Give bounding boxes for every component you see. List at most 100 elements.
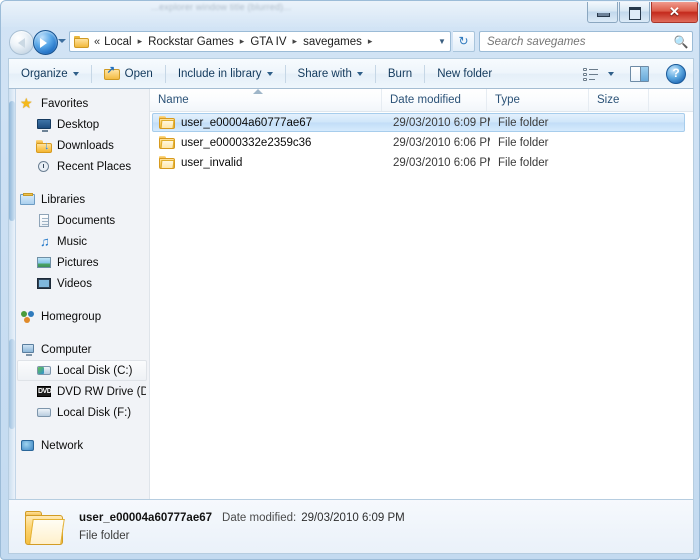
drive-icon	[36, 405, 52, 420]
sidebar-item-homegroup[interactable]: Homegroup	[17, 306, 147, 327]
file-name-cell[interactable]: user_invalid	[153, 156, 385, 169]
sidebar-item-network[interactable]: Network	[17, 435, 147, 456]
sidebar-scrollbar[interactable]	[9, 89, 16, 499]
sidebar-item-music[interactable]: ♫ Music	[17, 231, 147, 252]
breadcrumb-chevron-icon[interactable]: ▸	[289, 36, 302, 47]
search-icon[interactable]: 🔍	[670, 35, 692, 49]
maximize-button[interactable]	[619, 2, 650, 23]
sidebar-item-pictures[interactable]: Pictures	[17, 252, 147, 273]
open-button[interactable]: ↗ Open	[95, 61, 162, 86]
change-view-button[interactable]	[578, 61, 619, 86]
preview-pane-button[interactable]	[619, 61, 656, 86]
table-row[interactable]: user_e00004a60777ae67 29/03/2010 6:09 PM…	[152, 113, 685, 132]
sidebar-item-computer[interactable]: Computer	[17, 339, 147, 360]
sidebar-item-favorites[interactable]: ★ Favorites	[17, 93, 147, 114]
new-folder-label: New folder	[437, 67, 493, 80]
sidebar-item-libraries[interactable]: Libraries	[17, 189, 147, 210]
help-button[interactable]: ?	[666, 63, 686, 84]
include-in-library-label: Include in library	[177, 67, 262, 80]
file-date-cell: 29/03/2010 6:06 PM	[393, 136, 490, 149]
back-button[interactable]	[9, 30, 34, 55]
organize-label: Organize	[21, 67, 68, 80]
address-dropdown-icon[interactable]: ▼	[434, 37, 450, 46]
sidebar-label: DVD RW Drive (D:) G	[57, 385, 146, 398]
sidebar-label: Local Disk (F:)	[57, 406, 132, 419]
minimize-button[interactable]	[587, 2, 618, 23]
folder-icon	[159, 116, 175, 129]
chevron-down-icon	[266, 71, 273, 76]
file-type-cell: File folder	[498, 156, 549, 169]
column-header-name[interactable]: Name	[150, 89, 382, 111]
refresh-button[interactable]: ↻	[453, 31, 475, 52]
address-bar[interactable]: « Local ▸ Rockstar Games ▸ GTA IV ▸ save…	[69, 31, 451, 52]
column-header-date-modified[interactable]: Date modified	[382, 89, 487, 111]
search-box[interactable]: 🔍	[479, 31, 693, 52]
dvd-drive-icon: DVD	[37, 386, 52, 397]
breadcrumb-item-rockstar-games[interactable]: Rockstar Games	[146, 36, 236, 48]
table-row[interactable]: user_invalid 29/03/2010 6:06 PM File fol…	[152, 153, 685, 172]
recent-pages-dropdown[interactable]	[58, 39, 66, 43]
include-in-library-button[interactable]: Include in library	[169, 61, 282, 86]
sidebar-item-recent-places[interactable]: Recent Places	[17, 156, 147, 177]
monitor-icon	[36, 117, 52, 132]
column-header-type[interactable]: Type	[487, 89, 589, 111]
sidebar-label: Homegroup	[41, 310, 102, 323]
organize-button[interactable]: Organize	[12, 61, 88, 86]
table-row[interactable]: user_e0000332e2359c36 29/03/2010 6:06 PM…	[152, 133, 685, 152]
navigation-bar: « Local ▸ Rockstar Games ▸ GTA IV ▸ save…	[1, 27, 699, 57]
toolbar-separator	[424, 64, 426, 83]
share-with-button[interactable]: Share with	[289, 61, 372, 86]
share-with-label: Share with	[297, 67, 352, 80]
sidebar-item-downloads[interactable]: ↓ Downloads	[17, 135, 147, 156]
file-name-cell[interactable]: user_e00004a60777ae67	[153, 116, 385, 129]
sidebar-scrollbar-track-mark	[9, 339, 15, 429]
file-type-cell: File folder	[498, 116, 549, 129]
sidebar-item-local-disk-c[interactable]: Local Disk (C:)	[17, 360, 147, 381]
breadcrumb-item-local[interactable]: Local	[102, 36, 134, 48]
chevron-down-icon[interactable]	[608, 71, 614, 76]
recent-places-icon	[36, 159, 52, 174]
sidebar-item-desktop[interactable]: Desktop	[17, 114, 147, 135]
refresh-icon: ↻	[458, 34, 469, 48]
close-button[interactable]: ✕	[651, 2, 698, 23]
sidebar-scrollbar-thumb[interactable]	[9, 101, 15, 221]
toolbar-right-group: ?	[578, 61, 690, 86]
open-label: Open	[124, 67, 153, 80]
chevron-down-icon	[72, 71, 79, 76]
video-icon	[36, 276, 52, 291]
file-date-cell: 29/03/2010 6:09 PM	[393, 116, 490, 129]
file-name-cell[interactable]: user_e0000332e2359c36	[153, 136, 385, 149]
sidebar-item-local-disk-f[interactable]: Local Disk (F:)	[17, 402, 147, 423]
title-bar[interactable]: ...explorer window title (blurred)... ✕	[1, 1, 699, 26]
sidebar-group-favorites: ★ Favorites Desktop ↓ Downloads Recent P…	[17, 93, 149, 177]
sidebar-item-dvd-rw-drive-d[interactable]: DVD DVD RW Drive (D:) G	[17, 381, 147, 402]
details-pane: user_e00004a60777ae67 Date modified: 29/…	[8, 499, 694, 554]
breadcrumb-overflow-icon[interactable]: «	[93, 36, 102, 48]
sidebar-label: Pictures	[57, 256, 99, 269]
folder-icon	[159, 136, 175, 149]
column-header-size[interactable]: Size	[589, 89, 649, 111]
sidebar-item-videos[interactable]: Videos	[17, 273, 147, 294]
breadcrumb-chevron-icon[interactable]: ▸	[134, 36, 147, 47]
forward-button[interactable]	[33, 30, 58, 55]
search-input[interactable]	[480, 35, 670, 48]
sidebar-list: ★ Favorites Desktop ↓ Downloads Recent P…	[17, 89, 149, 499]
file-date-cell: 29/03/2010 6:06 PM	[393, 156, 490, 169]
sidebar-group-libraries: Libraries Documents ♫ Music Pictures Vid…	[17, 189, 149, 294]
burn-button[interactable]: Burn	[379, 61, 421, 86]
file-list-pane: Name Date modified Type Size user_e00004…	[150, 89, 693, 499]
file-type-cell: File folder	[498, 136, 549, 149]
breadcrumb-item-gta-iv[interactable]: GTA IV	[248, 36, 288, 48]
new-folder-button[interactable]: New folder	[428, 61, 501, 86]
details-text: user_e00004a60777ae67 Date modified: 29/…	[79, 510, 405, 544]
chevron-down-icon	[356, 71, 363, 76]
breadcrumb-chevron-icon[interactable]: ▸	[364, 36, 377, 47]
breadcrumb-chevron-icon[interactable]: ▸	[236, 36, 249, 47]
file-name-label: user_e0000332e2359c36	[181, 136, 312, 149]
sidebar-item-documents[interactable]: Documents	[17, 210, 147, 231]
sidebar-label: Desktop	[57, 118, 100, 131]
sidebar-group-homegroup: Homegroup	[17, 306, 149, 327]
breadcrumb-item-savegames[interactable]: savegames	[301, 36, 364, 48]
music-note-icon: ♫	[40, 234, 50, 249]
network-icon	[20, 438, 36, 453]
